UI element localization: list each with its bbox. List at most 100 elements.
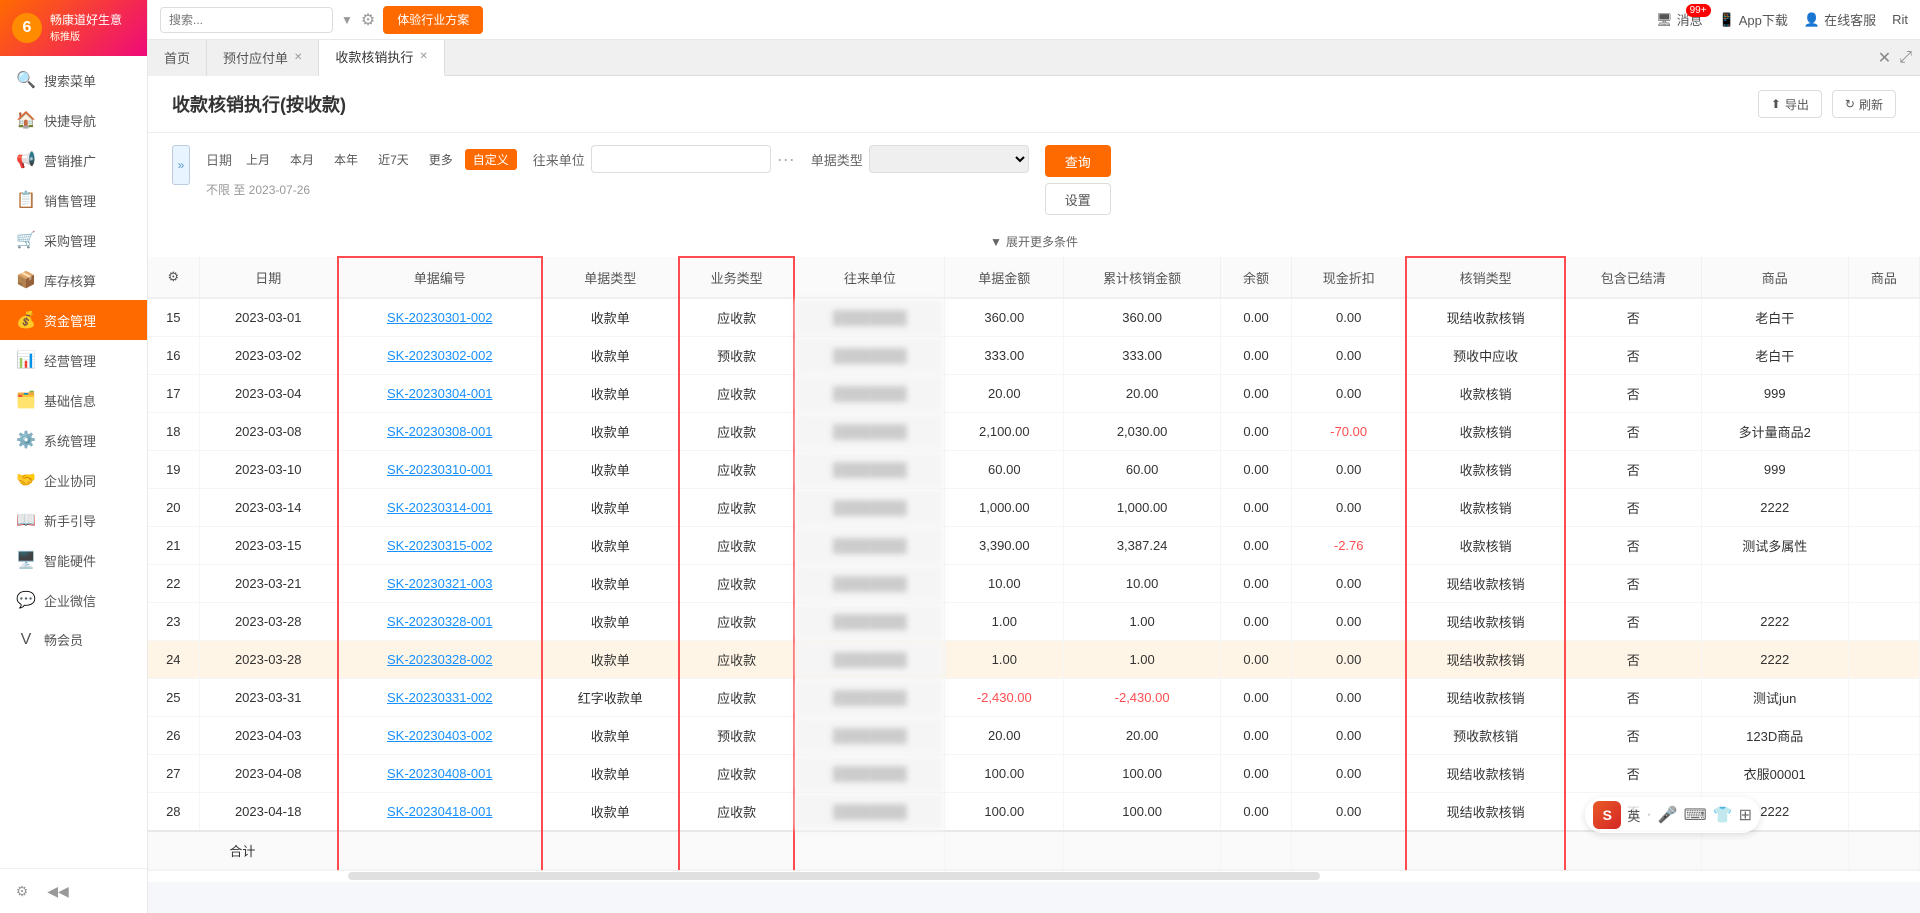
cell-verify-type: 现结收款核销 <box>1406 565 1565 603</box>
solution-button[interactable]: 体验行业方案 <box>383 6 483 34</box>
tab-prepay-close-icon[interactable]: ✕ <box>294 52 302 63</box>
sidebar-item-search[interactable]: 🔍搜索菜单 <box>0 60 147 100</box>
date-this-month-btn[interactable]: 本月 <box>282 149 322 170</box>
sidebar-item-marketing[interactable]: 📢营销推广 <box>0 140 147 180</box>
col-settings[interactable]: ⚙ <box>148 257 199 298</box>
cell-include-cleared: 否 <box>1565 641 1701 679</box>
search-icon: 🔍 <box>16 70 36 90</box>
tab-expand-icon[interactable]: ⤢ <box>1899 49 1912 67</box>
dropdown-arrow-icon[interactable]: ▼ <box>341 13 353 27</box>
sidebar-item-purchase[interactable]: 🛒采购管理 <box>0 220 147 260</box>
cell-product2 <box>1848 603 1919 641</box>
docno-link[interactable]: SK-20230321-003 <box>387 576 493 591</box>
cell-include-cleared: 否 <box>1565 489 1701 527</box>
col-product1: 商品 <box>1701 257 1848 298</box>
date-this-year-btn[interactable]: 本年 <box>326 149 366 170</box>
tab-home[interactable]: 首页 <box>148 40 207 76</box>
sidebar-item-system[interactable]: ⚙️系统管理 <box>0 420 147 460</box>
cell-biztype: 应收款 <box>679 565 795 603</box>
docno-link[interactable]: SK-20230301-002 <box>387 310 493 325</box>
cell-no: 23 <box>148 603 199 641</box>
docno-link[interactable]: SK-20230403-002 <box>387 728 493 743</box>
cell-balance: 0.00 <box>1221 565 1292 603</box>
cell-doctype: 收款单 <box>542 755 679 793</box>
sidebar-item-inventory[interactable]: 📦库存核算 <box>0 260 147 300</box>
tab-close-all-icon[interactable]: ✕ <box>1878 48 1891 68</box>
cell-product1: 999 <box>1701 375 1848 413</box>
tab-collection-close-icon[interactable]: ✕ <box>419 51 427 62</box>
date-custom-btn[interactable]: 自定义 <box>465 149 517 170</box>
docno-link[interactable]: SK-20230315-002 <box>387 538 493 553</box>
mic-icon[interactable]: 🎤 <box>1658 805 1678 825</box>
docno-link[interactable]: SK-20230310-001 <box>387 462 493 477</box>
app-download-button[interactable]: 📱 App下载 <box>1719 10 1788 29</box>
message-button[interactable]: 🖥 消息 99+ <box>1656 10 1703 29</box>
table-row: 16 2023-03-02 SK-20230302-002 收款单 预收款 ██… <box>148 337 1920 375</box>
cell-partner: ████████ <box>794 527 945 565</box>
docno-link[interactable]: SK-20230308-001 <box>387 424 493 439</box>
refresh-button[interactable]: ↻ 刷新 <box>1832 90 1896 118</box>
cell-product2 <box>1848 489 1919 527</box>
cell-product1: 老白干 <box>1701 337 1848 375</box>
doctype-select[interactable] <box>869 145 1029 173</box>
sidebar-item-quicknav[interactable]: 🏠快捷导航 <box>0 100 147 140</box>
sidebar-item-wechat[interactable]: 💬企业微信 <box>0 580 147 620</box>
grid-icon[interactable]: ⊞ <box>1739 805 1752 825</box>
cell-amount: 2,100.00 <box>945 413 1064 451</box>
query-button[interactable]: 查询 <box>1045 145 1111 177</box>
docno-link[interactable]: SK-20230314-001 <box>387 500 493 515</box>
search-input[interactable] <box>160 7 333 33</box>
cell-product2 <box>1848 337 1919 375</box>
shirt-icon[interactable]: 👕 <box>1713 805 1733 825</box>
date-7days-btn[interactable]: 近7天 <box>370 149 417 170</box>
more-filter-icon[interactable]: ··· <box>777 149 795 170</box>
docno-link[interactable]: SK-20230331-002 <box>387 690 493 705</box>
system-icon: ⚙️ <box>16 430 36 450</box>
sidebar-item-guide[interactable]: 📖新手引导 <box>0 500 147 540</box>
cell-product1 <box>1701 565 1848 603</box>
sidebar-item-member[interactable]: V畅会员 <box>0 620 147 659</box>
expand-more-button[interactable]: ▼ 展开更多条件 <box>148 227 1920 256</box>
keyboard-icon[interactable]: ⌨ <box>1684 805 1707 825</box>
collapse-button[interactable]: » <box>172 145 190 185</box>
date-more-btn[interactable]: 更多 <box>421 149 461 170</box>
cell-docno: SK-20230403-002 <box>338 717 542 755</box>
sidebar-item-sales[interactable]: 📋销售管理 <box>0 180 147 220</box>
docno-link[interactable]: SK-20230408-001 <box>387 766 493 781</box>
sidebar-item-finance[interactable]: 💰资金管理 <box>0 300 147 340</box>
settings-bottom-icon[interactable]: ⚙ <box>8 877 36 905</box>
collapse-icon[interactable]: ◀◀ <box>44 877 72 905</box>
docno-link[interactable]: SK-20230328-002 <box>387 652 493 667</box>
sidebar-item-collab[interactable]: 🤝企业协同 <box>0 460 147 500</box>
partner-input[interactable] <box>591 145 771 173</box>
docno-link[interactable]: SK-20230302-002 <box>387 348 493 363</box>
docno-link[interactable]: SK-20230328-001 <box>387 614 493 629</box>
cell-verify-type: 收款核销 <box>1406 451 1565 489</box>
cell-product1: 999 <box>1701 451 1848 489</box>
cell-biztype: 预收款 <box>679 717 795 755</box>
sidebar-item-basic[interactable]: 🗂️基础信息 <box>0 380 147 420</box>
settings-button[interactable]: 设置 <box>1045 183 1111 215</box>
totals-p1 <box>1701 831 1848 870</box>
cell-no: 27 <box>148 755 199 793</box>
docno-link[interactable]: SK-20230418-001 <box>387 804 493 819</box>
date-range-label: 不限 至 2023-07-26 <box>206 181 1029 198</box>
date-last-month-btn[interactable]: 上月 <box>238 149 278 170</box>
topbar-gear-icon[interactable]: ⚙ <box>361 10 375 30</box>
sidebar-item-hardware[interactable]: 🖥️智能硬件 <box>0 540 147 580</box>
sidebar-item-operations[interactable]: 📊经营管理 <box>0 340 147 380</box>
sidebar-item-label: 智能硬件 <box>44 551 96 570</box>
cell-doctype: 收款单 <box>542 793 679 832</box>
cell-no: 19 <box>148 451 199 489</box>
cell-docno: SK-20230418-001 <box>338 793 542 832</box>
text-label: 英 <box>1627 806 1640 825</box>
tab-collection[interactable]: 收款核销执行 ✕ <box>319 40 444 76</box>
date-buttons: 上月 本月 本年 近7天 更多 自定义 <box>238 149 517 170</box>
tabbar: 首页 预付应付单 ✕ 收款核销执行 ✕ ✕ ⤢ <box>148 40 1920 76</box>
docno-link[interactable]: SK-20230304-001 <box>387 386 493 401</box>
col-product2: 商品 <box>1848 257 1919 298</box>
tab-prepay[interactable]: 预付应付单 ✕ <box>207 40 319 76</box>
page-title: 收款核销执行(按收款) <box>172 91 346 117</box>
online-service-button[interactable]: 👤 在线客服 <box>1804 10 1876 29</box>
export-button[interactable]: ⬆ 导出 <box>1758 90 1822 118</box>
